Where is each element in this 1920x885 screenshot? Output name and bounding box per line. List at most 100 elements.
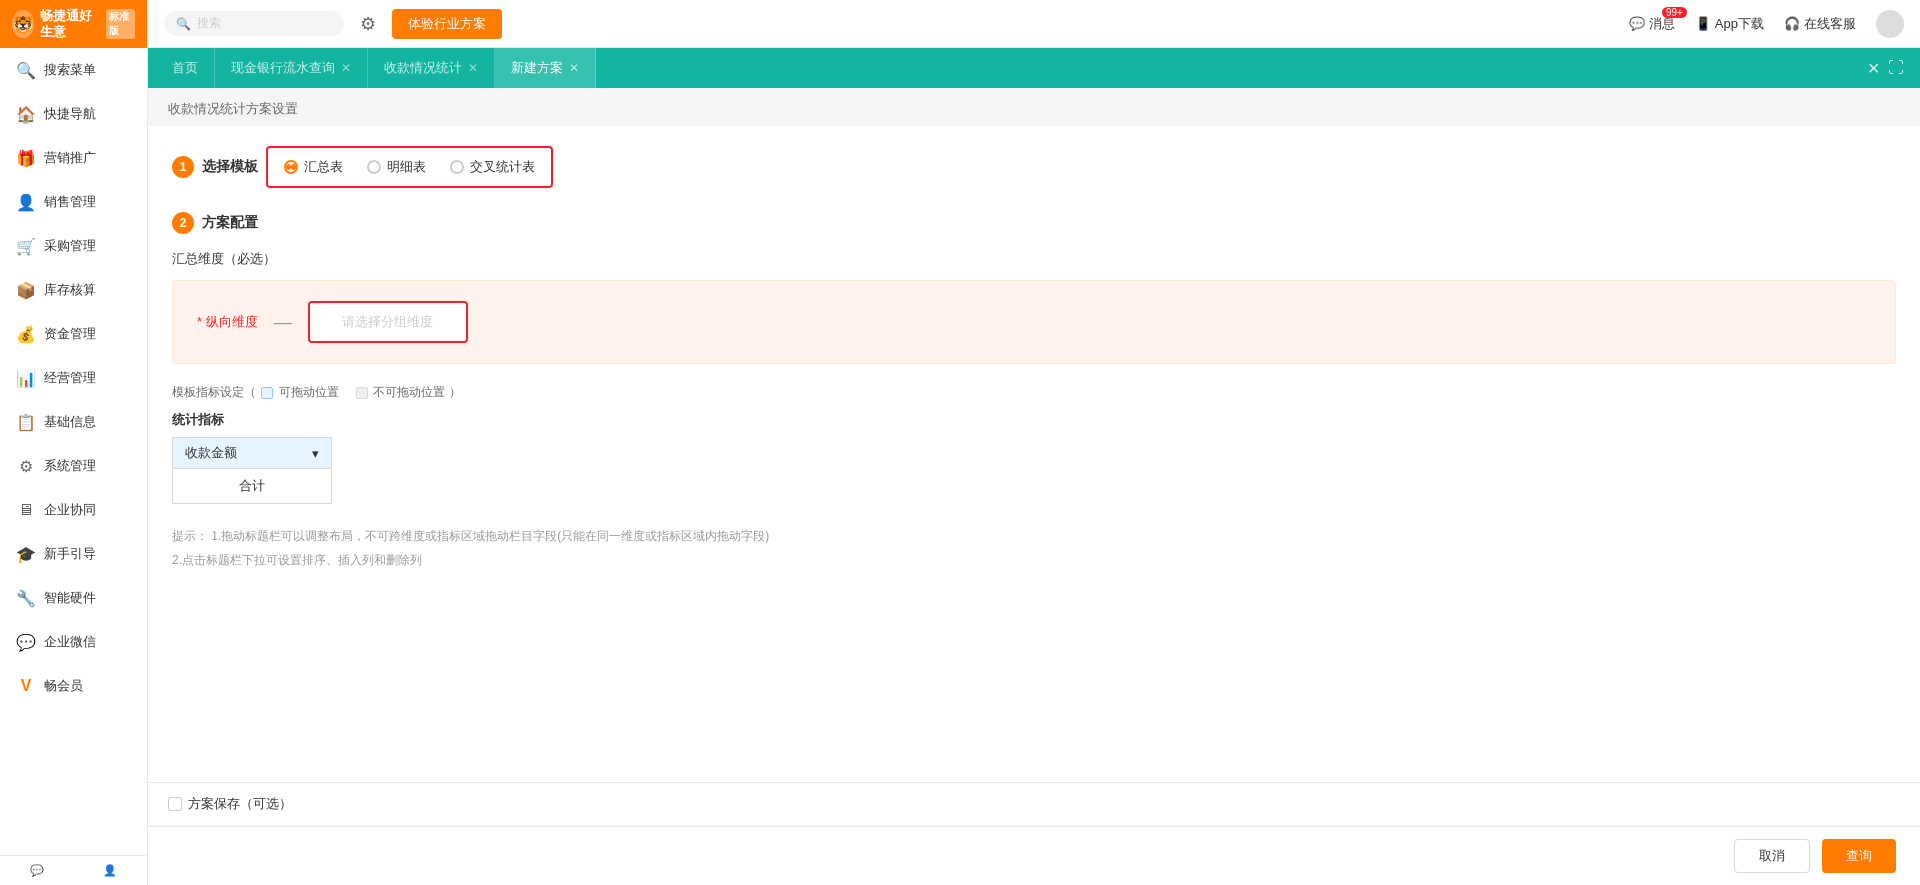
sidebar-item-label: 快捷导航 (44, 105, 96, 123)
arrow-icon: — (274, 312, 292, 333)
page-body: 1 选择模板 汇总表 明细表 (148, 126, 1920, 782)
sidebar-feedback[interactable]: 💬 (30, 864, 44, 877)
search-box[interactable]: 🔍 搜索 (164, 11, 344, 36)
metrics-setting-label: 模板指标设定（ 可拖动位置 不可拖动位置 ） (172, 384, 461, 401)
radio-detail[interactable]: 明细表 (367, 158, 426, 176)
radio-summary-label: 汇总表 (304, 158, 343, 176)
radio-cross[interactable]: 交叉统计表 (450, 158, 535, 176)
sidebar-item-smart-hardware[interactable]: 🔧 智能硬件 (0, 576, 147, 620)
sidebar-user[interactable]: 👤 (103, 864, 117, 877)
user-icon: 👤 (16, 193, 36, 212)
logo-badge: 标准版 (106, 9, 135, 39)
dimension-selector[interactable]: 请选择分组维度 (308, 301, 468, 343)
sidebar-item-marketing[interactable]: 🎁 营销推广 (0, 136, 147, 180)
tab-new-plan[interactable]: 新建方案 ✕ (495, 48, 596, 88)
dropdown-chevron-icon: ▾ (312, 446, 319, 461)
tab-cash-flow-close[interactable]: ✕ (341, 61, 351, 75)
breadcrumb-text: 收款情况统计方案设置 (168, 101, 298, 116)
tab-new-plan-label: 新建方案 (511, 59, 563, 77)
sidebar-bottom: 💬 👤 (0, 855, 147, 885)
step1-title: 选择模板 (202, 158, 258, 176)
dimension-row: * 纵向维度 — 请选择分组维度 (197, 301, 1871, 343)
content-area: 收款情况统计方案设置 1 选择模板 汇总表 (148, 88, 1920, 885)
metrics-table-header[interactable]: 收款金额 ▾ (173, 438, 331, 469)
sidebar: 🐯 畅捷通好生意 标准版 🔍 搜索菜单 🏠 快捷导航 🎁 营销推广 👤 销售管理… (0, 0, 148, 885)
sidebar-item-label: 新手引导 (44, 545, 96, 563)
search-placeholder: 搜索 (197, 15, 221, 32)
message-badge: 99+ (1662, 7, 1687, 18)
box-icon: 📦 (16, 281, 36, 300)
sidebar-item-system[interactable]: ⚙ 系统管理 (0, 444, 147, 488)
sidebar-item-enterprise-wechat[interactable]: 💬 企业微信 (0, 620, 147, 664)
home-icon: 🏠 (16, 105, 36, 124)
radio-cross-label: 交叉统计表 (470, 158, 535, 176)
tab-cash-flow-label: 现金银行流水查询 (231, 59, 335, 77)
tab-new-plan-close[interactable]: ✕ (569, 61, 579, 75)
step2-section: 2 方案配置 汇总维度（必选） * 纵向维度 — 请选择分组维度 (172, 212, 1896, 572)
online-service-btn[interactable]: 🎧 在线客服 (1784, 15, 1856, 33)
save-plan-checkbox[interactable] (168, 797, 182, 811)
sidebar-item-sales[interactable]: 👤 销售管理 (0, 180, 147, 224)
radio-detail-circle (367, 160, 381, 174)
sidebar-item-label: 经营管理 (44, 369, 96, 387)
radio-summary[interactable]: 汇总表 (284, 158, 343, 176)
step2-number: 2 (172, 212, 194, 234)
sidebar-item-purchase[interactable]: 🛒 采购管理 (0, 224, 147, 268)
logo-icon: 🐯 (12, 10, 34, 38)
app-download-label: App下载 (1715, 15, 1764, 33)
step1-number: 1 (172, 156, 194, 178)
sidebar-item-search-menu[interactable]: 🔍 搜索菜单 (0, 48, 147, 92)
settings-icon[interactable]: ⚙ (360, 13, 376, 35)
gift-icon: 🎁 (16, 149, 36, 168)
template-select-box: 汇总表 明细表 交叉统计表 (266, 146, 553, 188)
sidebar-logo: 🐯 畅捷通好生意 标准版 (0, 0, 147, 48)
phone-icon: 📱 (1695, 16, 1711, 31)
sidebar-item-finance[interactable]: 💰 资金管理 (0, 312, 147, 356)
chart-icon: 📊 (16, 369, 36, 388)
vertical-dimension-label: * 纵向维度 (197, 313, 258, 331)
total-label: 合计 (239, 478, 265, 493)
dimension-placeholder: 请选择分组维度 (342, 314, 433, 329)
sidebar-item-label: 系统管理 (44, 457, 96, 475)
sidebar-item-label: 库存核算 (44, 281, 96, 299)
main-content: 🔍 搜索 ⚙ 体验行业方案 💬 消息 99+ 📱 App下载 🎧 在线客服 首页 (148, 0, 1920, 885)
tab-collection-stats-close[interactable]: ✕ (468, 61, 478, 75)
tab-home[interactable]: 首页 (156, 48, 215, 88)
tab-cash-flow[interactable]: 现金银行流水查询 ✕ (215, 48, 368, 88)
message-btn[interactable]: 💬 消息 99+ (1629, 15, 1675, 33)
sidebar-item-basic-info[interactable]: 📋 基础信息 (0, 400, 147, 444)
page-footer: 方案保存（可选） (148, 782, 1920, 825)
hint-2: 2.点击标题栏下拉可设置排序、插入列和删除列 (172, 548, 1896, 572)
monitor-icon: 🖥 (16, 501, 36, 519)
sidebar-item-enterprise-collab[interactable]: 🖥 企业协同 (0, 488, 147, 532)
sidebar-item-label: 销售管理 (44, 193, 96, 211)
metrics-table: 收款金额 ▾ 合计 (172, 437, 332, 504)
graduation-icon: 🎓 (16, 545, 36, 564)
chat-icon: 💬 (16, 633, 36, 652)
sidebar-item-quick-nav[interactable]: 🏠 快捷导航 (0, 92, 147, 136)
non-draggable-indicator (356, 387, 368, 399)
save-plan-checkbox-label[interactable]: 方案保存（可选） (168, 795, 292, 813)
tab-close-all-icon[interactable]: ✕ (1867, 59, 1880, 78)
sidebar-item-operation[interactable]: 📊 经营管理 (0, 356, 147, 400)
sidebar-item-member[interactable]: V 畅会员 (0, 664, 147, 708)
cart-icon: 🛒 (16, 237, 36, 256)
tab-collection-stats[interactable]: 收款情况统计 ✕ (368, 48, 495, 88)
app-download-btn[interactable]: 📱 App下载 (1695, 15, 1764, 33)
search-icon: 🔍 (176, 17, 191, 31)
query-button[interactable]: 查询 (1822, 839, 1896, 873)
tab-fullscreen-icon[interactable]: ⛶ (1888, 59, 1904, 77)
sidebar-item-inventory[interactable]: 📦 库存核算 (0, 268, 147, 312)
summary-dimension-label: 汇总维度（必选） (172, 250, 1896, 268)
collection-amount-label: 收款金额 (185, 444, 237, 462)
hint-1: 提示： 1.拖动标题栏可以调整布局，不可跨维度或指标区域拖动栏目字段(只能在同一… (172, 524, 1896, 548)
user-avatar[interactable] (1876, 10, 1904, 38)
sidebar-item-label: 企业微信 (44, 633, 96, 651)
sidebar-item-label: 营销推广 (44, 149, 96, 167)
cancel-button[interactable]: 取消 (1734, 839, 1810, 873)
industry-btn[interactable]: 体验行业方案 (392, 9, 502, 39)
step2-title: 方案配置 (202, 214, 258, 232)
sidebar-item-newcomer[interactable]: 🎓 新手引导 (0, 532, 147, 576)
metrics-table-total-row: 合计 (173, 469, 331, 503)
logo-title: 畅捷通好生意 (40, 8, 100, 39)
